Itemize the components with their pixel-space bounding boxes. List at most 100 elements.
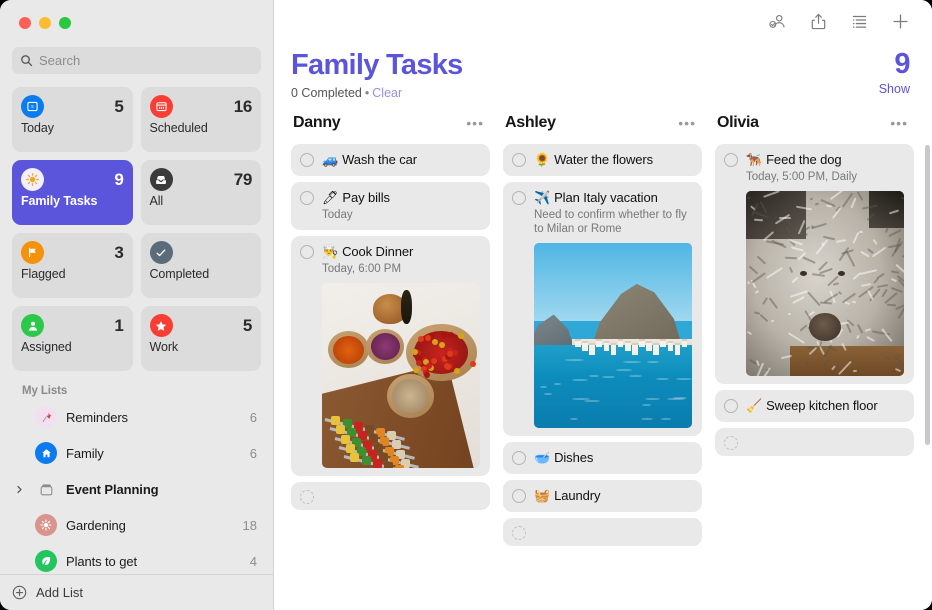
leaf-icon bbox=[35, 550, 57, 572]
calendar-day-icon: 5 bbox=[21, 95, 44, 118]
smart-list-label: Scheduled bbox=[150, 121, 253, 135]
column-more-menu-icon[interactable]: ••• bbox=[890, 119, 908, 127]
column-more-menu-icon[interactable]: ••• bbox=[678, 119, 696, 127]
column-header: Ashley ••• bbox=[503, 112, 702, 134]
chevron-right-icon[interactable] bbox=[12, 485, 26, 494]
task-body: 🥣Dishes bbox=[534, 450, 692, 466]
task-complete-radio[interactable] bbox=[724, 399, 738, 413]
window-controls bbox=[0, 0, 273, 39]
task-label: Dishes bbox=[554, 450, 593, 465]
task-row[interactable]: 🧺Laundry bbox=[503, 480, 702, 512]
task-complete-radio[interactable] bbox=[300, 490, 314, 504]
task-complete-radio[interactable] bbox=[724, 436, 738, 450]
column-more-menu-icon[interactable]: ••• bbox=[466, 119, 484, 127]
task-complete-radio[interactable] bbox=[512, 526, 526, 540]
task-complete-radio[interactable] bbox=[512, 191, 526, 205]
smart-list-assigned[interactable]: 1Assigned bbox=[12, 306, 133, 371]
search-input[interactable]: Search bbox=[12, 47, 261, 74]
smart-list-flagged[interactable]: 3Flagged bbox=[12, 233, 133, 298]
task-complete-radio[interactable] bbox=[300, 245, 314, 259]
task-complete-radio[interactable] bbox=[300, 191, 314, 205]
task-row[interactable]: 🖊Pay billsToday bbox=[291, 182, 490, 230]
page-title: Family Tasks bbox=[291, 48, 463, 82]
close-button[interactable] bbox=[19, 17, 31, 29]
task-label: Laundry bbox=[554, 488, 600, 503]
task-row[interactable]: 🚙Wash the car bbox=[291, 144, 490, 176]
task-attachment-image[interactable] bbox=[746, 191, 904, 376]
task-title: 🐕‍🦺Feed the dog bbox=[746, 152, 904, 168]
minimize-button[interactable] bbox=[39, 17, 51, 29]
view-options-icon[interactable] bbox=[850, 12, 869, 31]
task-complete-radio[interactable] bbox=[512, 153, 526, 167]
plus-circle-icon bbox=[12, 585, 27, 600]
person-icon bbox=[21, 314, 44, 337]
smart-list-label: Completed bbox=[150, 267, 253, 281]
task-row[interactable]: 🐕‍🦺Feed the dog Today, 5:00 PM, Daily bbox=[715, 144, 914, 384]
smart-list-work[interactable]: 5Work bbox=[141, 306, 262, 371]
smart-list-count: 16 bbox=[234, 97, 252, 117]
column-title: Olivia bbox=[717, 114, 759, 132]
column-danny: Danny••• 🚙Wash the car 🖊Pay billsToday 👨‍🍳C… bbox=[291, 112, 490, 610]
task-title: 🚙Wash the car bbox=[322, 152, 480, 168]
column-ashley: Ashley ••• 🌻Water the flowers ✈️Plan Italy … bbox=[503, 112, 702, 610]
task-label: Plan Italy vacation bbox=[554, 190, 658, 205]
task-body: 🐕‍🦺Feed the dog Today, 5:00 PM, Daily bbox=[746, 152, 904, 376]
task-attachment-image[interactable] bbox=[322, 283, 480, 468]
column-task-list: 🌻Water the flowers ✈️Plan Italy vacationN… bbox=[503, 134, 702, 546]
task-complete-radio[interactable] bbox=[512, 489, 526, 503]
task-attachment-image[interactable] bbox=[534, 243, 692, 428]
main-scrollbar[interactable] bbox=[925, 145, 930, 445]
sidebar-list-reminders[interactable]: Reminders6 bbox=[8, 399, 265, 435]
smart-list-today[interactable]: 55Today bbox=[12, 87, 133, 152]
calendar-icon bbox=[150, 95, 173, 118]
smart-list-row: 79 bbox=[150, 168, 253, 191]
share-icon[interactable] bbox=[809, 12, 828, 31]
task-row[interactable]: 👨‍🍳Cook DinnerToday, 6:00 PM bbox=[291, 236, 490, 476]
task-emoji-icon: 🚙 bbox=[322, 152, 338, 167]
sidebar-list-family[interactable]: Family6 bbox=[8, 435, 265, 471]
task-row[interactable]: 🧹Sweep kitchen floor bbox=[715, 390, 914, 422]
assigned-person-icon[interactable] bbox=[768, 12, 787, 31]
task-emoji-icon: 🖊 bbox=[322, 190, 338, 205]
task-complete-radio[interactable] bbox=[300, 153, 314, 167]
task-complete-radio[interactable] bbox=[724, 153, 738, 167]
smart-list-count: 79 bbox=[234, 170, 252, 190]
task-label: Cook Dinner bbox=[342, 244, 413, 259]
sidebar-list-gardening[interactable]: Gardening18 bbox=[8, 507, 265, 543]
smart-list-completed[interactable]: Completed bbox=[141, 233, 262, 298]
smart-list-all[interactable]: 79All bbox=[141, 160, 262, 225]
sidebar-list-plants-to-get[interactable]: Plants to get4 bbox=[8, 543, 265, 574]
new-task-row[interactable] bbox=[503, 518, 702, 546]
task-title: 🥣Dishes bbox=[534, 450, 692, 466]
smart-list-family-tasks[interactable]: 9Family Tasks bbox=[12, 160, 133, 225]
task-subtitle: Today, 5:00 PM, Daily bbox=[746, 170, 904, 184]
new-task-row[interactable] bbox=[291, 482, 490, 510]
sidebar-list-count: 6 bbox=[250, 446, 257, 461]
new-task-row[interactable] bbox=[715, 428, 914, 456]
list-header-right: 9 Show bbox=[879, 48, 910, 96]
task-complete-radio[interactable] bbox=[512, 451, 526, 465]
smart-lists-grid: 55Today 16 Scheduled 9Family Tasks79All3Fla… bbox=[0, 74, 273, 371]
column-title: Ashley bbox=[505, 114, 556, 132]
sidebar-list-event-planning[interactable]: Event Planning bbox=[8, 471, 265, 507]
task-emoji-icon: 🌻 bbox=[534, 152, 550, 167]
task-row[interactable]: 🌻Water the flowers bbox=[503, 144, 702, 176]
task-row[interactable]: ✈️Plan Italy vacationNeed to confirm whe… bbox=[503, 182, 702, 436]
smart-list-label: Flagged bbox=[21, 267, 124, 281]
add-list-button[interactable]: Add List bbox=[0, 574, 273, 610]
clear-link[interactable]: Clear bbox=[372, 86, 402, 100]
svg-text:5: 5 bbox=[31, 105, 34, 110]
smart-list-row: 9 bbox=[21, 168, 124, 191]
list-header: Family Tasks 0 Completed•Clear 9 Show bbox=[274, 42, 932, 100]
task-row[interactable]: 🥣Dishes bbox=[503, 442, 702, 474]
my-lists: Reminders6Family6 Event Planning Gardening… bbox=[0, 399, 273, 574]
task-body: ✈️Plan Italy vacationNeed to confirm whe… bbox=[534, 190, 692, 428]
sidebar-list-label: Event Planning bbox=[66, 482, 248, 497]
smart-list-scheduled[interactable]: 16 Scheduled bbox=[141, 87, 262, 152]
add-reminder-icon[interactable] bbox=[891, 12, 910, 31]
sidebar: Search 55Today16Scheduled9Family Tasks79… bbox=[0, 0, 274, 610]
show-link[interactable]: Show bbox=[879, 82, 910, 96]
zoom-button[interactable] bbox=[59, 17, 71, 29]
column-header: Danny••• bbox=[291, 112, 490, 134]
task-emoji-icon: 🧹 bbox=[746, 398, 762, 413]
